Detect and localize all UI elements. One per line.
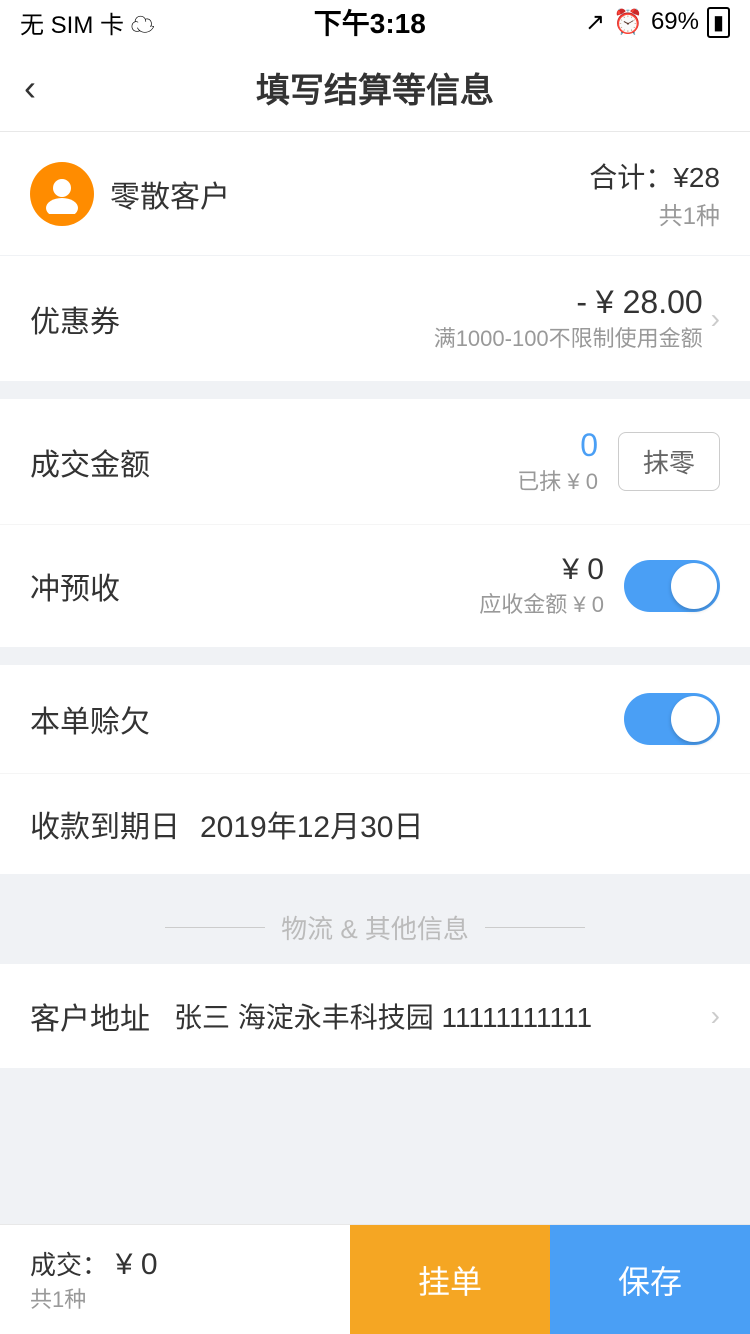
save-button[interactable]: 保存 xyxy=(550,1225,750,1334)
bottom-summary-count: 共1种 xyxy=(30,1282,320,1314)
customer-right: 合计：¥28 共1种 xyxy=(589,156,720,231)
coupon-description: 满1000-100不限制使用金额 xyxy=(434,321,703,353)
bottom-summary-amount: ¥ 0 xyxy=(116,1248,158,1281)
form-section-1: 成交金额 0 已抹 ¥ 0 抹零 冲预收 ¥ 0 应收金额 ¥ 0 xyxy=(0,399,750,647)
coupon-row[interactable]: 优惠券 - ¥ 28.00 满1000-100不限制使用金额 › xyxy=(0,256,750,381)
customer-row: 零散客户 合计：¥28 共1种 xyxy=(0,132,750,255)
sim-status: 无 SIM 卡 ☁ xyxy=(20,5,155,40)
logistics-section-header: 物流 & 其他信息 xyxy=(0,892,750,962)
customer-section: 零散客户 合计：¥28 共1种 优惠券 - ¥ 28.00 满1000-100不… xyxy=(0,132,750,381)
transaction-amount-row: 成交金额 0 已抹 ¥ 0 抹零 xyxy=(0,399,750,525)
debt-toggle[interactable] xyxy=(624,693,720,745)
advance-payment-values: ¥ 0 应收金额 ¥ 0 xyxy=(479,553,604,619)
transaction-amount-value: 0 xyxy=(517,427,598,464)
battery-text: 69% xyxy=(651,8,699,36)
address-value: 张三 海淀永丰科技园 11111111111 xyxy=(174,996,701,1036)
transaction-amount-label: 成交金额 xyxy=(30,440,150,484)
status-bar: 无 SIM 卡 ☁ 下午3:18 ↗ ⏰ 69% ▮ xyxy=(0,0,750,44)
user-icon xyxy=(42,174,82,214)
advance-payment-toggle[interactable] xyxy=(624,560,720,612)
separator-2 xyxy=(0,647,750,665)
coupon-right-content: - ¥ 28.00 满1000-100不限制使用金额 xyxy=(434,284,703,353)
transaction-amount-sub: 已抹 ¥ 0 xyxy=(517,464,598,496)
status-right: ↗ ⏰ 69% ▮ xyxy=(585,7,730,38)
due-date-label: 收款到期日 xyxy=(30,802,180,846)
address-row[interactable]: 客户地址 张三 海淀永丰科技园 11111111111 › xyxy=(0,964,750,1068)
debt-label: 本单赊欠 xyxy=(30,697,150,741)
coupon-discount: - ¥ 28.00 xyxy=(434,284,703,321)
customer-name: 零散客户 xyxy=(110,172,230,216)
content-area: 零散客户 合计：¥28 共1种 优惠券 - ¥ 28.00 满1000-100不… xyxy=(0,132,750,1188)
address-chevron-icon: › xyxy=(711,1000,720,1032)
location-icon: ↗ xyxy=(585,8,605,37)
advance-payment-right: ¥ 0 应收金额 ¥ 0 xyxy=(479,553,720,619)
back-button[interactable]: ‹ xyxy=(24,67,36,109)
separator-1 xyxy=(0,381,750,399)
advance-payment-label: 冲预收 xyxy=(30,564,120,608)
coupon-label: 优惠券 xyxy=(30,297,120,341)
toggle-knob xyxy=(671,563,717,609)
transaction-amount-values: 0 已抹 ¥ 0 xyxy=(517,427,598,496)
advance-payment-sub: 应收金额 ¥ 0 xyxy=(479,587,604,619)
bottom-summary: 成交： ¥ 0 共1种 xyxy=(0,1245,350,1314)
separator-3 xyxy=(0,874,750,892)
customer-left: 零散客户 xyxy=(30,162,230,226)
due-date-row: 收款到期日 2019年12月30日 xyxy=(0,774,750,874)
alarm-icon: ⏰ xyxy=(613,8,643,37)
debt-section: 本单赊欠 收款到期日 2019年12月30日 xyxy=(0,665,750,874)
bottom-summary-label: 成交： xyxy=(30,1250,108,1280)
customer-count: 共1种 xyxy=(589,196,720,231)
chevron-right-icon: › xyxy=(711,303,720,335)
status-time: 下午3:18 xyxy=(314,2,426,42)
transaction-amount-right: 0 已抹 ¥ 0 抹零 xyxy=(517,427,720,496)
logistics-title: 物流 & 其他信息 xyxy=(165,909,585,946)
customer-avatar xyxy=(30,162,94,226)
address-label: 客户地址 xyxy=(30,994,150,1038)
due-date-value: 2019年12月30日 xyxy=(200,802,423,846)
page-title: 填写结算等信息 xyxy=(256,63,494,112)
debt-toggle-knob xyxy=(671,696,717,742)
hold-button[interactable]: 挂单 xyxy=(350,1225,550,1334)
bottom-summary-row: 成交： ¥ 0 xyxy=(30,1245,320,1282)
debt-row: 本单赊欠 xyxy=(0,665,750,774)
customer-total: 合计：¥28 xyxy=(589,156,720,196)
advance-payment-value: ¥ 0 xyxy=(479,553,604,587)
nav-bar: ‹ 填写结算等信息 xyxy=(0,44,750,132)
coupon-right: - ¥ 28.00 满1000-100不限制使用金额 › xyxy=(434,284,720,353)
round-zero-button[interactable]: 抹零 xyxy=(618,432,720,491)
status-left: 无 SIM 卡 ☁ xyxy=(20,5,155,40)
bottom-bar: 成交： ¥ 0 共1种 挂单 保存 xyxy=(0,1224,750,1334)
battery-icon: ▮ xyxy=(707,7,730,38)
advance-payment-row: 冲预收 ¥ 0 应收金额 ¥ 0 xyxy=(0,525,750,647)
